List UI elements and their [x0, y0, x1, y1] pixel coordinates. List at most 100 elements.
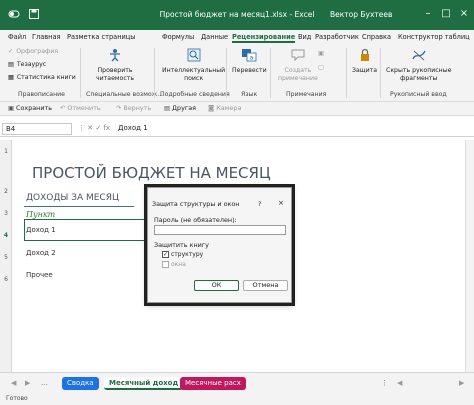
new-comment-button[interactable]: Создать примечание	[278, 48, 318, 83]
sheet-title[interactable]: ПРОСТОЙ БЮДЖЕТ НА МЕСЯЦ	[32, 164, 271, 182]
smart-lookup-button[interactable]: Интеллектуальный поиск	[162, 48, 225, 83]
group-language: Язык	[241, 91, 258, 98]
fx-icon[interactable]: ⋮ ✕ ✓ fx	[78, 124, 110, 132]
group-ink: Рукописный ввод	[390, 91, 447, 98]
qat-undo-button[interactable]: ↶ Отменить	[60, 104, 101, 112]
income-header[interactable]: ДОХОДЫ ЗА МЕСЯЦ	[26, 193, 119, 203]
sheet-tab-monthly-income[interactable]: Месячный доход	[104, 377, 184, 390]
ribbon: ✓ Орфография ▤ Тезаурус ▦ Статистика книги …	[0, 44, 474, 102]
hide-ink-button[interactable]: Скрыть рукописные фрагменты	[386, 48, 451, 83]
workbook-stats-button[interactable]: ▦ Статистика книги	[8, 74, 76, 81]
tab-help[interactable]: Справка	[362, 31, 391, 43]
workbook-stats-label: Статистика книги	[16, 74, 76, 81]
group-divider	[380, 48, 381, 98]
income-item[interactable]: Прочее	[26, 271, 53, 279]
close-icon[interactable]: ×	[278, 199, 284, 207]
group-comments: Примечания	[286, 91, 327, 98]
checkbox-checked-icon: ✓	[162, 251, 169, 258]
tab-developer[interactable]: Разработчик	[315, 31, 359, 43]
income-item[interactable]: Доход 1	[26, 226, 56, 234]
formula-input[interactable]: Доход 1	[118, 124, 148, 132]
accessibility-icon	[110, 49, 120, 62]
income-item[interactable]: Доход 2	[26, 249, 56, 257]
window-title: Простой бюджет на месяц1.xlsx - Excel	[159, 10, 315, 19]
new-comment-label-2: примечание	[278, 75, 318, 82]
qat-camera-button[interactable]: ◙ Камера	[208, 104, 241, 112]
structure-checkbox[interactable]: ✓ структуру	[162, 251, 203, 258]
qat-save-button[interactable]: ▣ Сохранить	[8, 104, 52, 112]
qat-undo-label: Отменить	[67, 104, 101, 112]
tab-home[interactable]: Главная	[32, 31, 60, 43]
translate-label: Перевести	[232, 67, 267, 74]
sheet-tab-monthly-expenses[interactable]: Месячные расх	[180, 377, 246, 390]
group-divider	[226, 48, 227, 98]
spelling-button[interactable]: ✓ Орфография	[8, 48, 58, 55]
check-accessibility-button[interactable]: Проверить читаемость	[96, 48, 134, 83]
translate-button[interactable]: a Перевести	[232, 48, 267, 75]
qat-save-label: Сохранить	[16, 104, 52, 112]
hscroll-right-icon[interactable]: ▶	[454, 377, 469, 390]
minimize-icon[interactable]: –	[420, 6, 436, 22]
stats-icon: ▦	[8, 74, 14, 81]
item-column-header[interactable]: Пункт	[26, 210, 55, 219]
tab-data[interactable]: Данные	[201, 31, 228, 43]
thesaurus-button[interactable]: ▤ Тезаурус	[8, 61, 46, 68]
maximize-icon[interactable]: □	[438, 6, 454, 22]
tab-view[interactable]: Вид	[298, 31, 311, 43]
tab-file[interactable]: Файл	[8, 31, 26, 43]
comments-more-button[interactable]: ▣	[318, 50, 324, 57]
row-header[interactable]: 6	[0, 276, 12, 283]
undo-icon: ↶	[60, 104, 66, 112]
row-header-selected[interactable]: 4	[0, 232, 12, 239]
tabs-scroll-icon[interactable]: ⋮	[376, 377, 393, 390]
protect-button[interactable]: Защита	[352, 48, 377, 75]
qat-redo-button[interactable]: ↷ Вернуть	[116, 104, 151, 112]
tab-page-layout[interactable]: Разметка страницы	[67, 31, 136, 43]
windows-checkbox[interactable]: окна	[162, 261, 186, 268]
user-name[interactable]: Вектор Бухтеев	[330, 10, 392, 19]
tab-review[interactable]: Рецензирование	[232, 31, 296, 43]
hscroll-left-icon[interactable]: ◀	[392, 377, 407, 390]
ribbon-tabs: Файл Главная Разметка страницы Формулы Д…	[0, 30, 474, 44]
structure-label: структуру	[171, 251, 204, 258]
row-header[interactable]: 2	[0, 188, 12, 195]
comment-icon	[291, 49, 305, 62]
group-divider	[270, 48, 271, 98]
book-icon: ▤	[8, 61, 14, 68]
spelling-label: Орфография	[16, 48, 59, 55]
cancel-button[interactable]: Отмена	[243, 280, 288, 291]
row-header[interactable]: 1	[0, 148, 12, 155]
smart-lookup-label: Интеллектуальный	[162, 67, 226, 74]
show-comments-icon: ▢	[318, 64, 324, 71]
sheets-more-icon[interactable]: …	[36, 377, 53, 390]
tab-formulas[interactable]: Формулы	[162, 31, 194, 43]
formula-bar: B4 ⋮ ✕ ✓ fx Доход 1	[0, 121, 474, 137]
thesaurus-label: Тезаурус	[16, 61, 47, 68]
vertical-scrollbar[interactable]	[465, 140, 474, 372]
redo-icon: ↷	[116, 104, 122, 112]
qat-other-button[interactable]: ▤ Другая	[164, 104, 196, 112]
show-comments-button[interactable]: ▢	[318, 64, 324, 71]
hide-ink-label-2: фрагменты	[400, 75, 438, 82]
next-sheet-icon[interactable]: ▶	[20, 377, 35, 390]
password-input[interactable]	[154, 225, 286, 235]
group-insights: Подробные сведения	[160, 91, 230, 98]
protect-label: Защита	[352, 67, 378, 74]
sheet-tab-summary[interactable]: Сводка	[62, 377, 99, 390]
protect-structure-dialog: Защита структуры и окон ? × Пароль (не о…	[144, 184, 295, 306]
quick-access-toolbar: ▣ Сохранить ↶ Отменить ↷ Вернуть ▤ Другая ◙ К…	[0, 102, 474, 116]
qat-other-label: Другая	[172, 104, 196, 112]
check-accessibility-label: Проверить	[97, 67, 133, 74]
close-icon[interactable]: ×	[456, 6, 472, 22]
group-divider	[80, 48, 81, 98]
lock-icon	[360, 48, 369, 61]
hide-ink-icon	[412, 50, 426, 61]
smart-lookup-icon	[187, 48, 200, 62]
help-icon[interactable]: ?	[258, 200, 261, 208]
tab-table-design[interactable]: Конструктор таблиц	[398, 31, 470, 43]
ok-button[interactable]: ОК	[194, 280, 239, 291]
name-box[interactable]: B4	[2, 123, 72, 135]
row-header[interactable]: 3	[0, 210, 12, 217]
translate-icon: a	[242, 49, 257, 62]
row-header[interactable]: 5	[0, 254, 12, 261]
